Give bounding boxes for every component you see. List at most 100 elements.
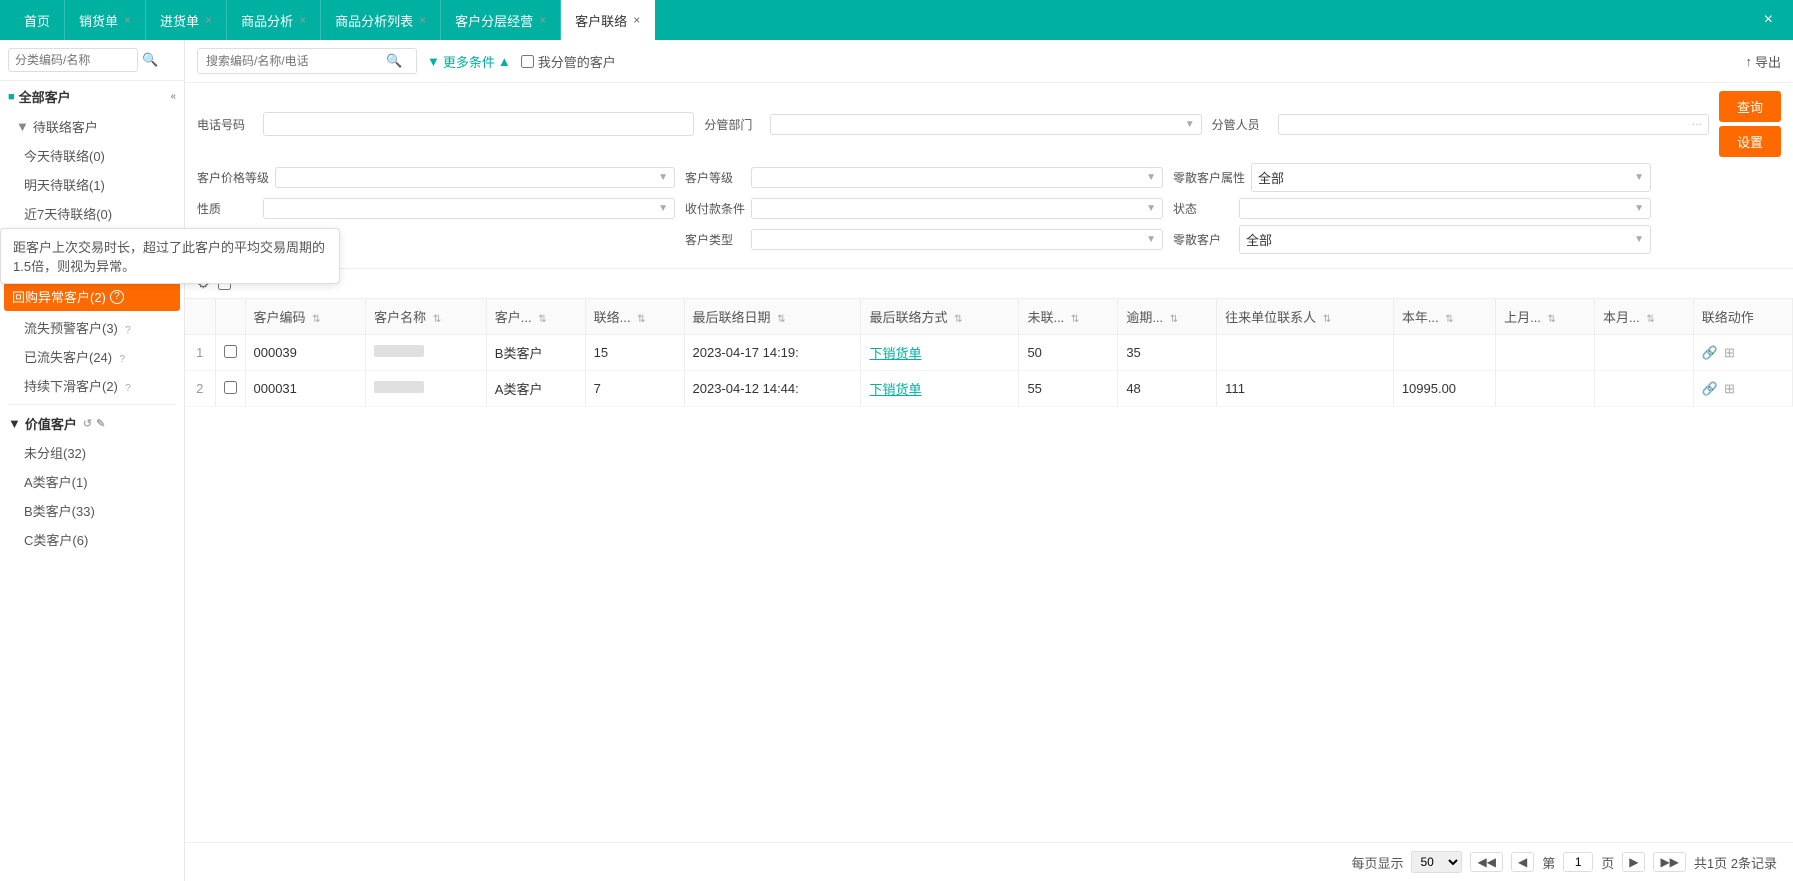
settings-button[interactable]: 设置 (1719, 126, 1781, 157)
edit-icon[interactable]: ✎ (96, 417, 105, 430)
filter-row-2: 客户价格等级 ▼ 客户等级 ▼ 零散客户属性 全部 ▼ (197, 163, 1781, 192)
row2-checkbox[interactable] (224, 381, 237, 394)
page-number-input[interactable] (1563, 852, 1593, 872)
th-last-date[interactable]: 最后联络日期 ⇅ (684, 299, 861, 335)
sort-name-icon[interactable]: ⇅ (433, 314, 441, 325)
sort-contact-icon[interactable]: ⇅ (637, 314, 645, 325)
row1-overdue: 35 (1118, 335, 1217, 371)
th-customer-type[interactable]: 客户... ⇅ (486, 299, 585, 335)
retail-customer-select[interactable]: 全部 ▼ (1239, 225, 1651, 254)
first-page-button[interactable]: ◀◀ (1470, 852, 1502, 872)
row1-last-method[interactable]: 下销货单 (861, 335, 1019, 371)
sidebar-item-today-contact[interactable]: 今天待联络(0) (0, 141, 184, 170)
sort-overdue-icon[interactable]: ⇅ (1170, 314, 1178, 325)
close-all-tabs-button[interactable]: × (1754, 11, 1783, 29)
sort-method-icon[interactable]: ⇅ (954, 314, 962, 325)
query-button[interactable]: 查询 (1719, 91, 1781, 122)
row2-this-year: 10995.00 (1393, 371, 1495, 407)
more-conditions-button[interactable]: ▼ 更多条件 ▲ (427, 52, 511, 71)
sidebar-item-a-class[interactable]: A类客户(1) (0, 467, 184, 496)
th-contact-person[interactable]: 往来单位联系人 ⇅ (1217, 299, 1394, 335)
content-area: 🔍 ▼ 更多条件 ▲ 我分管的客户 ↑ 导出 电话号码 (185, 40, 1793, 881)
retail-attr-select[interactable]: 全部 ▼ (1251, 163, 1651, 192)
th-last-month[interactable]: 上月... ⇅ (1496, 299, 1595, 335)
dept-select[interactable]: ▼ (770, 114, 1201, 135)
close-customer-tiering-tab[interactable]: × (539, 13, 546, 27)
row1-checkbox[interactable] (224, 345, 237, 358)
row2-last-method[interactable]: 下销货单 (861, 371, 1019, 407)
row2-link-icon[interactable]: 🔗 (1702, 381, 1718, 397)
close-purchase-tab[interactable]: × (205, 13, 212, 27)
tab-product-analysis-list[interactable]: 商品分析列表 × (321, 0, 441, 40)
sidebar-group-value-customers[interactable]: ▼ 价值客户 ↺ ✎ (0, 409, 184, 438)
sort-this-month-icon[interactable]: ⇅ (1646, 314, 1654, 325)
row1-link-icon[interactable]: 🔗 (1702, 345, 1718, 361)
next-page-button[interactable]: ▶ (1622, 852, 1645, 872)
anomaly-tooltip: 距客户上次交易时长，超过了此客户的平均交易周期的1.5倍，则视为异常。 (0, 228, 340, 284)
th-name[interactable]: 客户名称 ⇅ (366, 299, 487, 335)
my-customers-filter[interactable]: 我分管的客户 (521, 52, 616, 71)
refresh-icon[interactable]: ↺ (83, 417, 92, 430)
my-customers-checkbox[interactable] (521, 55, 534, 68)
sort-code-icon[interactable]: ⇅ (312, 314, 320, 325)
tab-customer-tiering[interactable]: 客户分层经营 × (441, 0, 561, 40)
customer-level-select[interactable]: ▼ (751, 167, 1163, 188)
close-product-analysis-tab[interactable]: × (299, 13, 306, 27)
sidebar-item-7days-contact[interactable]: 近7天待联络(0) (0, 199, 184, 228)
tab-product-analysis[interactable]: 商品分析 × (227, 0, 321, 40)
sort-person-icon[interactable]: ⇅ (1323, 314, 1331, 325)
all-customers-header[interactable]: ■ 全部客户 « (0, 81, 184, 112)
th-unlink-days[interactable]: 未联... ⇅ (1019, 299, 1118, 335)
row2-grid-icon[interactable]: ⊞ (1724, 381, 1735, 397)
th-overdue[interactable]: 逾期... ⇅ (1118, 299, 1217, 335)
status-select[interactable]: ▼ (1239, 198, 1651, 219)
th-this-month[interactable]: 本月... ⇅ (1594, 299, 1693, 335)
sidebar-item-tomorrow-contact[interactable]: 明天待联络(1) (0, 170, 184, 199)
th-this-year[interactable]: 本年... ⇅ (1393, 299, 1495, 335)
sort-last-date-icon[interactable]: ⇅ (777, 314, 785, 325)
payment-select[interactable]: ▼ (751, 198, 1163, 219)
sort-year-icon[interactable]: ⇅ (1445, 314, 1453, 325)
close-product-analysis-list-tab[interactable]: × (419, 13, 426, 27)
sort-unlink-icon[interactable]: ⇅ (1071, 314, 1079, 325)
close-customer-contact-tab[interactable]: × (633, 13, 640, 27)
tab-customer-contact[interactable]: 客户联络 × (561, 0, 655, 40)
sidebar-group-pending-contact[interactable]: ▼ 待联络客户 (0, 112, 184, 141)
th-code[interactable]: 客户编码 ⇅ (245, 299, 366, 335)
nature-select[interactable]: ▼ (263, 198, 675, 219)
sidebar-item-churn-warning[interactable]: 流失预警客户(3) ? (0, 313, 184, 342)
last-page-button[interactable]: ▶▶ (1653, 852, 1685, 872)
sidebar-item-ungroup[interactable]: 未分组(32) (0, 438, 184, 467)
churn-warning-badge: ? (125, 325, 131, 336)
export-button[interactable]: ↑ 导出 (1745, 52, 1781, 71)
customer-type-select[interactable]: ▼ (751, 229, 1163, 250)
sidebar-item-c-class[interactable]: C类客户(6) (0, 525, 184, 554)
prev-page-button[interactable]: ◀ (1511, 852, 1534, 872)
sidebar-item-lost-customers[interactable]: 已流失客户(24) ? (0, 342, 184, 371)
manager-select[interactable]: ··· (1278, 114, 1709, 135)
sidebar-collapse-icon[interactable]: « (170, 91, 176, 102)
tab-purchase[interactable]: 进货单 × (146, 0, 227, 40)
th-contact-count[interactable]: 联络... ⇅ (585, 299, 684, 335)
th-last-method[interactable]: 最后联络方式 ⇅ (861, 299, 1019, 335)
close-sales-tab[interactable]: × (124, 13, 131, 27)
tab-home[interactable]: 首页 (10, 0, 65, 40)
sidebar-search-icon[interactable]: 🔍 (142, 52, 158, 68)
tab-sales[interactable]: 销货单 × (65, 0, 146, 40)
sidebar-search-input[interactable] (8, 48, 138, 72)
export-icon: ↑ (1745, 54, 1752, 69)
row1-grid-icon[interactable]: ⊞ (1724, 345, 1735, 361)
advanced-filters: 电话号码 分管部门 ▼ 分管人员 ··· 查询 设置 (185, 83, 1793, 269)
filter-bar: 🔍 ▼ 更多条件 ▲ 我分管的客户 ↑ 导出 (185, 40, 1793, 83)
sort-last-month-icon[interactable]: ⇅ (1548, 314, 1556, 325)
sidebar-item-declining-customers[interactable]: 持续下滑客户(2) ? (0, 371, 184, 400)
search-input[interactable] (206, 54, 386, 68)
sidebar-item-repurchase-anomaly[interactable]: 回购异常客户(2) ? (4, 282, 180, 311)
phone-input[interactable] (263, 112, 694, 136)
row2-name-placeholder (374, 381, 424, 393)
page-size-select[interactable]: 50 100 (1411, 851, 1462, 873)
sort-type-icon[interactable]: ⇅ (538, 314, 546, 325)
search-icon[interactable]: 🔍 (386, 53, 402, 69)
price-level-select[interactable]: ▼ (275, 167, 675, 188)
sidebar-item-b-class[interactable]: B类客户(33) (0, 496, 184, 525)
